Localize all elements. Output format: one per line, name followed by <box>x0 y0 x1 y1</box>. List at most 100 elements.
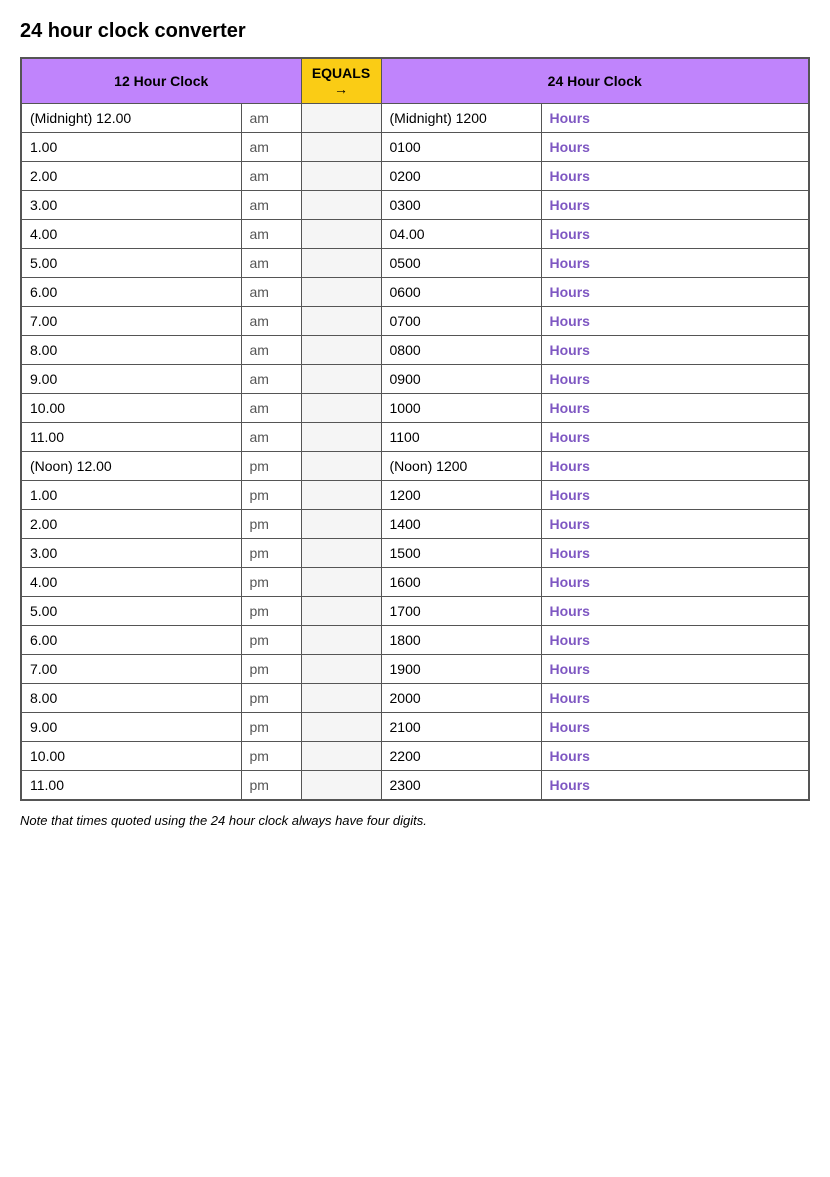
cell-hours-label: Hours <box>541 336 809 365</box>
cell-equals <box>301 191 381 220</box>
table-row: 8.00pm2000Hours <box>21 684 809 713</box>
cell-12time: 11.00 <box>21 423 241 452</box>
cell-24time: 2000 <box>381 684 541 713</box>
cell-ampm: am <box>241 162 301 191</box>
cell-hours-label: Hours <box>541 307 809 336</box>
table-row: 4.00pm1600Hours <box>21 568 809 597</box>
cell-24time: 0700 <box>381 307 541 336</box>
table-row: 10.00pm2200Hours <box>21 742 809 771</box>
cell-ampm: am <box>241 394 301 423</box>
cell-ampm: pm <box>241 742 301 771</box>
cell-12time: 9.00 <box>21 713 241 742</box>
cell-12time: 10.00 <box>21 742 241 771</box>
cell-ampm: am <box>241 191 301 220</box>
cell-ampm: pm <box>241 684 301 713</box>
table-row: 2.00am 0200Hours <box>21 162 809 191</box>
cell-equals <box>301 220 381 249</box>
cell-24time: 0800 <box>381 336 541 365</box>
cell-hours-label: Hours <box>541 597 809 626</box>
table-row: 5.00pm1700Hours <box>21 597 809 626</box>
cell-12time: 2.00 <box>21 510 241 539</box>
cell-12time: 7.00 <box>21 307 241 336</box>
cell-hours-label: Hours <box>541 394 809 423</box>
table-row: 9.00pm2100Hours <box>21 713 809 742</box>
cell-12time: 4.00 <box>21 220 241 249</box>
cell-equals <box>301 655 381 684</box>
table-row: 11.00am1100Hours <box>21 423 809 452</box>
cell-24time: 04.00 <box>381 220 541 249</box>
table-row: 2.00pm1400Hours <box>21 510 809 539</box>
cell-24time: 2200 <box>381 742 541 771</box>
cell-24time: 0200 <box>381 162 541 191</box>
cell-hours-label: Hours <box>541 423 809 452</box>
cell-24time: 0600 <box>381 278 541 307</box>
cell-hours-label: Hours <box>541 626 809 655</box>
equals-label: EQUALS <box>312 65 370 81</box>
cell-ampm: am <box>241 220 301 249</box>
table-row: 1.00pm1200Hours <box>21 481 809 510</box>
cell-12time: 2.00 <box>21 162 241 191</box>
table-row: 9.00am0900Hours <box>21 365 809 394</box>
cell-equals <box>301 394 381 423</box>
cell-hours-label: Hours <box>541 104 809 133</box>
cell-24time: 1500 <box>381 539 541 568</box>
cell-24time: 2300 <box>381 771 541 801</box>
table-row: 5.00am0500Hours <box>21 249 809 278</box>
cell-ampm: am <box>241 365 301 394</box>
cell-equals <box>301 278 381 307</box>
cell-24time: (Midnight) 1200 <box>381 104 541 133</box>
cell-24time: 1100 <box>381 423 541 452</box>
cell-hours-label: Hours <box>541 220 809 249</box>
header-24hour: 24 Hour Clock <box>381 58 809 104</box>
cell-equals <box>301 104 381 133</box>
cell-hours-label: Hours <box>541 191 809 220</box>
cell-12time: 6.00 <box>21 626 241 655</box>
table-row: 7.00pm1900Hours <box>21 655 809 684</box>
header-12hour: 12 Hour Clock <box>21 58 301 104</box>
cell-equals <box>301 597 381 626</box>
table-row: (Noon) 12.00pm(Noon) 1200Hours <box>21 452 809 481</box>
cell-hours-label: Hours <box>541 539 809 568</box>
cell-12time: 6.00 <box>21 278 241 307</box>
cell-hours-label: Hours <box>541 452 809 481</box>
cell-equals <box>301 742 381 771</box>
cell-equals <box>301 133 381 162</box>
cell-12time: 1.00 <box>21 481 241 510</box>
cell-equals <box>301 307 381 336</box>
cell-hours-label: Hours <box>541 713 809 742</box>
cell-12time: 3.00 <box>21 191 241 220</box>
cell-ampm: pm <box>241 481 301 510</box>
cell-ampm: pm <box>241 626 301 655</box>
cell-24time: 1800 <box>381 626 541 655</box>
cell-ampm: am <box>241 336 301 365</box>
cell-ampm: pm <box>241 597 301 626</box>
cell-equals <box>301 568 381 597</box>
cell-12time: 11.00 <box>21 771 241 801</box>
table-row: (Midnight) 12.00am(Midnight) 1200Hours <box>21 104 809 133</box>
cell-equals <box>301 771 381 801</box>
cell-ampm: pm <box>241 713 301 742</box>
cell-24time: 1700 <box>381 597 541 626</box>
cell-ampm: pm <box>241 510 301 539</box>
cell-hours-label: Hours <box>541 684 809 713</box>
cell-ampm: am <box>241 249 301 278</box>
cell-hours-label: Hours <box>541 278 809 307</box>
cell-24time: 1600 <box>381 568 541 597</box>
cell-equals <box>301 510 381 539</box>
cell-24time: 1200 <box>381 481 541 510</box>
cell-hours-label: Hours <box>541 162 809 191</box>
cell-equals <box>301 539 381 568</box>
cell-24time: 0100 <box>381 133 541 162</box>
header-equals: EQUALS → <box>301 58 381 104</box>
table-row: 3.00am0300Hours <box>21 191 809 220</box>
cell-equals <box>301 365 381 394</box>
cell-ampm: pm <box>241 452 301 481</box>
page-title: 24 hour clock converter <box>20 20 810 43</box>
table-row: 6.00am 0600Hours <box>21 278 809 307</box>
cell-ampm: am <box>241 278 301 307</box>
cell-hours-label: Hours <box>541 771 809 801</box>
cell-equals <box>301 713 381 742</box>
cell-ampm: pm <box>241 771 301 801</box>
cell-ampm: pm <box>241 655 301 684</box>
cell-12time: 8.00 <box>21 336 241 365</box>
